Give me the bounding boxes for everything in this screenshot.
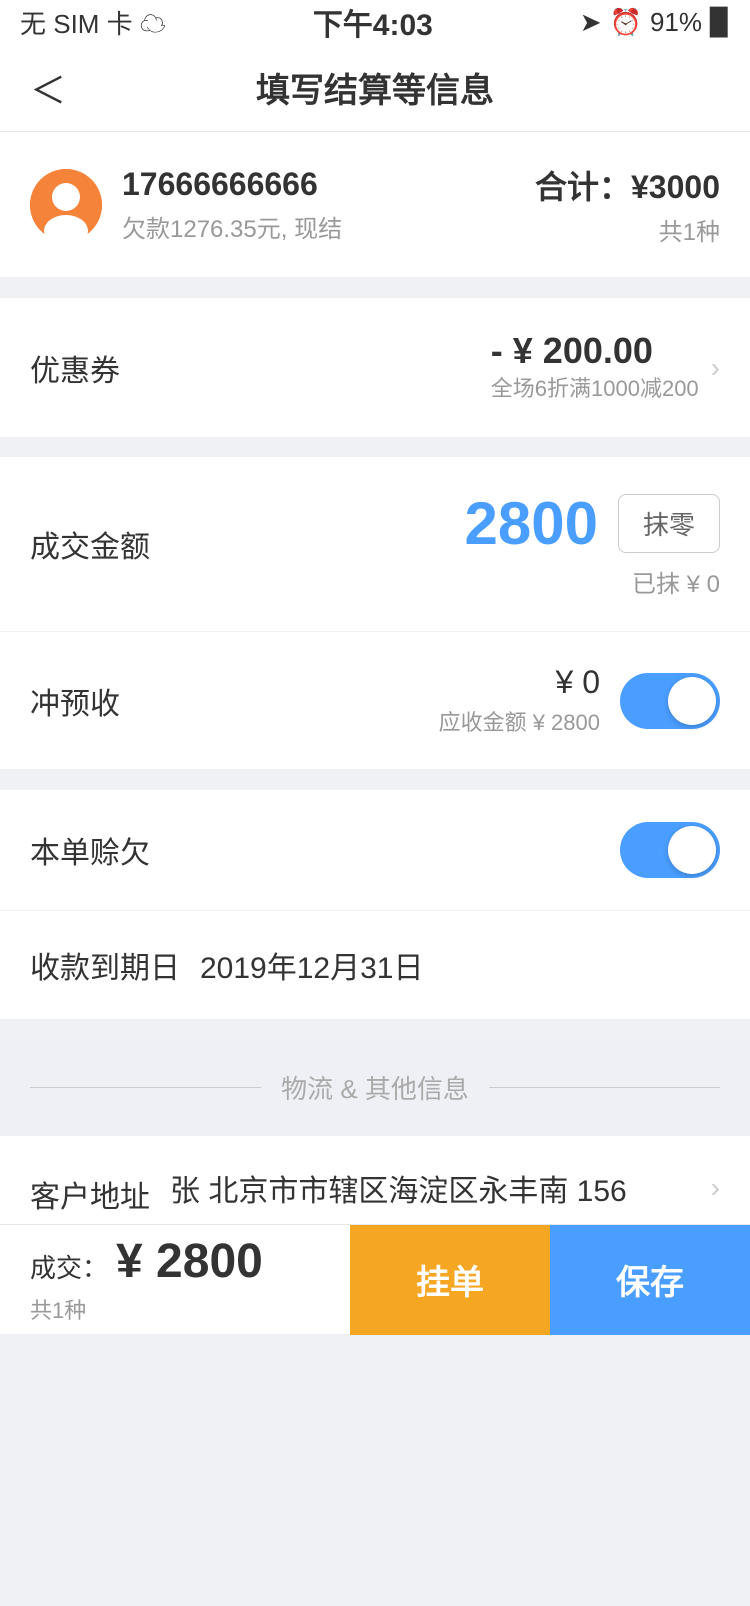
customer-info: 17666666666 欠款1276.35元, 现结 bbox=[122, 166, 342, 244]
section-divider-3 bbox=[0, 1019, 750, 1039]
bottom-total-label: 成交： bbox=[30, 1248, 108, 1285]
chong-pre-collect-toggle[interactable] bbox=[620, 673, 720, 729]
coupon-discount: - ¥ 200.00 bbox=[491, 330, 699, 372]
due-date-row: 收款到期日 2019年12月31日 bbox=[0, 911, 750, 1019]
customer-sub: 欠款1276.35元, 现结 bbox=[122, 209, 342, 244]
bottom-total: 成交： ¥ 2800 共1种 bbox=[0, 1234, 350, 1325]
alarm-icon: ⏰ bbox=[610, 7, 642, 38]
avatar bbox=[30, 169, 102, 241]
chong-sub: 应收金额 ¥ 2800 bbox=[439, 705, 600, 737]
section-divider-1 bbox=[0, 437, 750, 457]
back-button[interactable]: ＜ bbox=[30, 62, 66, 114]
chong-right: ¥ 0 应收金额 ¥ 2800 bbox=[439, 664, 720, 737]
page-title: 填写结算等信息 bbox=[256, 63, 494, 112]
ben-dan-section: 本单赊欠 收款到期日 2019年12月31日 bbox=[0, 790, 750, 1019]
battery-status: 91% bbox=[650, 7, 702, 38]
section-divider-2 bbox=[0, 770, 750, 790]
battery-icon: ▉ bbox=[710, 7, 730, 38]
coupon-row[interactable]: 优惠券 - ¥ 200.00 全场6折满1000减200 › bbox=[0, 297, 750, 437]
address-chevron-icon: › bbox=[711, 1168, 720, 1204]
status-time: 下午4:03 bbox=[313, 0, 433, 44]
total-amount: 合计：¥3000 bbox=[535, 162, 720, 208]
logistics-title: 物流 & 其他信息 bbox=[281, 1069, 469, 1106]
total-count: 共1种 bbox=[535, 212, 720, 247]
coupon-label: 优惠券 bbox=[30, 346, 120, 390]
deal-amount-sub: 已抹 ¥ 0 bbox=[465, 564, 721, 599]
sim-status: 无 SIM 卡 ☁ bbox=[20, 4, 166, 41]
chong-amount: ¥ 0 bbox=[439, 664, 600, 701]
due-date-value: 2019年12月31日 bbox=[200, 943, 423, 987]
deal-amount-right: 2800 抹零 已抹 ¥ 0 bbox=[465, 489, 721, 599]
coupon-right: - ¥ 200.00 全场6折满1000减200 › bbox=[491, 330, 720, 405]
avatar-icon bbox=[30, 169, 102, 241]
bottom-total-count: 共1种 bbox=[30, 1293, 320, 1325]
customer-total: 合计：¥3000 共1种 bbox=[535, 162, 720, 247]
ben-dan-label: 本单赊欠 bbox=[30, 828, 150, 872]
save-button[interactable]: 保存 bbox=[550, 1225, 750, 1335]
logistics-line-right bbox=[489, 1087, 720, 1088]
bottom-total-amount: ¥ 2800 bbox=[116, 1234, 263, 1289]
address-label: 客户地址 bbox=[30, 1168, 150, 1216]
status-bar: 无 SIM 卡 ☁ 下午4:03 ➤ ⏰ 91% ▉ bbox=[0, 0, 750, 44]
round-button[interactable]: 抹零 bbox=[618, 494, 720, 553]
deal-amount-label: 成交金额 bbox=[30, 522, 150, 566]
chevron-right-icon: › bbox=[711, 352, 720, 384]
ben-dan-toggle[interactable] bbox=[620, 822, 720, 878]
nav-bar: ＜ 填写结算等信息 bbox=[0, 44, 750, 132]
deal-amount-row: 成交金额 2800 抹零 已抹 ¥ 0 bbox=[0, 457, 750, 632]
hold-button[interactable]: 挂单 bbox=[350, 1225, 550, 1335]
chong-pre-collect-label: 冲预收 bbox=[30, 679, 120, 723]
customer-card: 17666666666 欠款1276.35元, 现结 合计：¥3000 共1种 bbox=[0, 132, 750, 277]
status-left: 无 SIM 卡 ☁ bbox=[20, 4, 166, 41]
deal-amount-value: 2800 bbox=[465, 489, 598, 558]
customer-phone: 17666666666 bbox=[122, 166, 342, 203]
chong-amount-col: ¥ 0 应收金额 ¥ 2800 bbox=[439, 664, 600, 737]
form-section: 成交金额 2800 抹零 已抹 ¥ 0 冲预收 ¥ 0 应收金额 ¥ 2800 bbox=[0, 457, 750, 770]
ben-dan-row: 本单赊欠 bbox=[0, 790, 750, 911]
bottom-total-row: 成交： ¥ 2800 bbox=[30, 1234, 320, 1289]
bottom-bar: 成交： ¥ 2800 共1种 挂单 保存 bbox=[0, 1224, 750, 1334]
coupon-desc: 全场6折满1000减200 bbox=[491, 372, 699, 405]
ben-dan-toggle-knob bbox=[668, 826, 716, 874]
customer-left: 17666666666 欠款1276.35元, 现结 bbox=[30, 166, 342, 244]
due-date-label: 收款到期日 bbox=[30, 943, 180, 987]
location-icon: ➤ bbox=[580, 7, 602, 38]
toggle-knob bbox=[668, 677, 716, 725]
bottom-spacer bbox=[0, 1496, 750, 1606]
logistics-header: 物流 & 其他信息 bbox=[0, 1039, 750, 1136]
logistics-line-left bbox=[30, 1087, 261, 1088]
chong-pre-collect-row: 冲预收 ¥ 0 应收金额 ¥ 2800 bbox=[0, 632, 750, 770]
deal-amount-value-area: 2800 抹零 bbox=[465, 489, 721, 558]
status-right: ➤ ⏰ 91% ▉ bbox=[580, 7, 730, 38]
